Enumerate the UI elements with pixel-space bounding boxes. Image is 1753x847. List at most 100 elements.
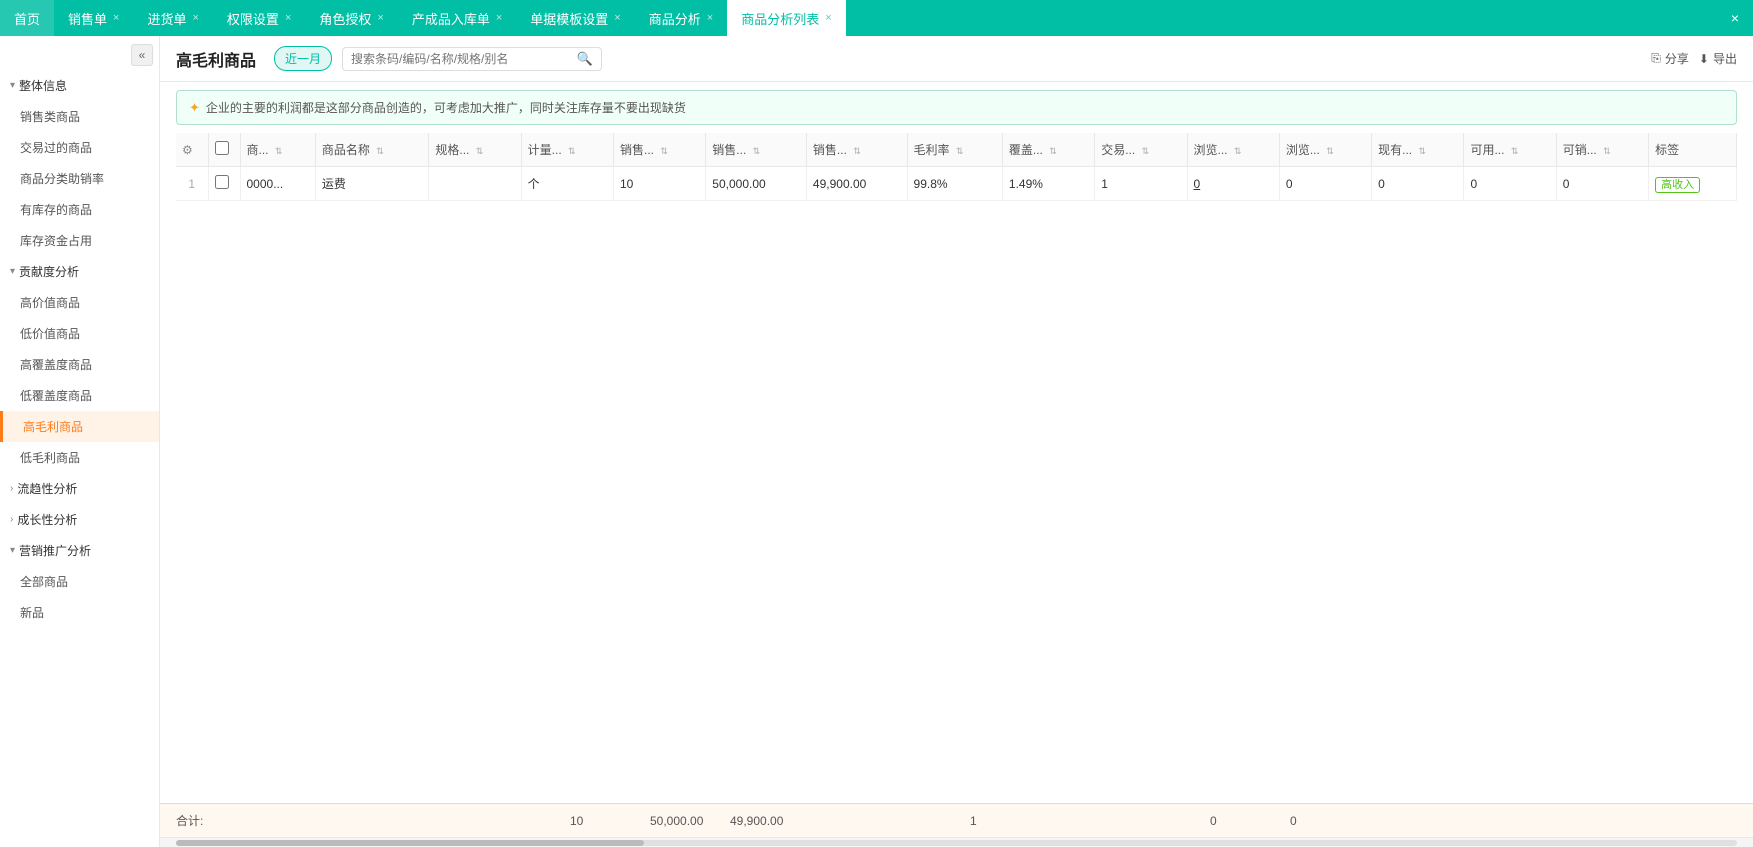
content-header: 高毛利商品 近一月 🔍 ⎘ 分享 ⬇ 导出: [160, 36, 1753, 82]
sort-sales-qty-icon: ⇅: [660, 146, 668, 156]
nav-inbound[interactable]: 产成品入库单 ×: [398, 0, 516, 36]
nav-home[interactable]: 首页: [0, 0, 54, 36]
sidebar-group-overall[interactable]: ▾ 整体信息: [0, 70, 159, 101]
sidebar-item-new-goods[interactable]: 新品: [0, 597, 159, 628]
row-unit: 个: [521, 167, 613, 201]
footer-stock-avail: 0: [1284, 814, 1364, 828]
sidebar-item-low-coverage[interactable]: 低覆盖度商品: [0, 380, 159, 411]
row-browse1[interactable]: 0: [1187, 167, 1279, 201]
sidebar-item-traded-goods[interactable]: 交易过的商品: [0, 132, 159, 163]
table-header-row: ⚙ 商... ⇅ 商品名称 ⇅: [176, 133, 1737, 167]
sidebar-group-trend[interactable]: › 流趋性分析: [0, 473, 159, 504]
close-roles-tab[interactable]: ×: [377, 12, 383, 24]
sort-name-icon: ⇅: [376, 146, 384, 156]
close-permissions-tab[interactable]: ×: [285, 12, 291, 24]
col-trade[interactable]: 交易... ⇅: [1095, 133, 1187, 167]
row-checkbox[interactable]: [215, 175, 229, 189]
sort-unit-icon: ⇅: [568, 146, 576, 156]
header-actions: ⎘ 分享 ⬇ 导出: [1651, 50, 1737, 67]
sidebar-group-contribution[interactable]: ▾ 贡献度分析: [0, 256, 159, 287]
sidebar-item-all-goods[interactable]: 全部商品: [0, 566, 159, 597]
col-settings[interactable]: ⚙: [176, 133, 208, 167]
nav-roles[interactable]: 角色授权 ×: [305, 0, 397, 36]
col-gross-rate[interactable]: 毛利率 ⇅: [907, 133, 1002, 167]
sidebar-item-in-stock[interactable]: 有库存的商品: [0, 194, 159, 225]
nav-sales[interactable]: 销售单 ×: [54, 0, 133, 36]
col-sales-amount[interactable]: 销售... ⇅: [706, 133, 807, 167]
row-spec: [429, 167, 521, 201]
filter-recent-btn[interactable]: 近一月: [274, 46, 332, 71]
nav-template[interactable]: 单据模板设置 ×: [516, 0, 634, 36]
table-container[interactable]: ⚙ 商... ⇅ 商品名称 ⇅: [160, 133, 1753, 803]
share-btn[interactable]: ⎘ 分享: [1651, 50, 1689, 67]
close-goods-analysis-tab[interactable]: ×: [707, 12, 713, 24]
sidebar-item-category-rate[interactable]: 商品分类助销率: [0, 163, 159, 194]
search-box[interactable]: 🔍: [342, 47, 602, 71]
sort-browse1-icon: ⇅: [1234, 146, 1242, 156]
export-btn[interactable]: ⬇ 导出: [1699, 50, 1737, 67]
row-sales-qty: 10: [613, 167, 705, 201]
sidebar-item-low-margin[interactable]: 低毛利商品: [0, 442, 159, 473]
nav-permissions[interactable]: 权限设置 ×: [213, 0, 305, 36]
sidebar-collapse-btn[interactable]: «: [131, 44, 153, 66]
search-icon[interactable]: 🔍: [577, 51, 593, 67]
sidebar-item-high-value[interactable]: 高价值商品: [0, 287, 159, 318]
col-sales-cost[interactable]: 销售... ⇅: [806, 133, 907, 167]
sort-stock-sale-icon: ⇅: [1603, 146, 1611, 156]
sidebar-item-sales-goods[interactable]: 销售类商品: [0, 101, 159, 132]
sidebar-item-high-coverage[interactable]: 高覆盖度商品: [0, 349, 159, 380]
sort-gross-rate-icon: ⇅: [956, 146, 964, 156]
arrow-growth: ›: [10, 514, 13, 525]
col-unit[interactable]: 计量... ⇅: [521, 133, 613, 167]
footer-label: 合计:: [176, 812, 236, 829]
sort-sales-amount-icon: ⇅: [753, 146, 761, 156]
col-name[interactable]: 商品名称 ⇅: [315, 133, 429, 167]
close-inbound-tab[interactable]: ×: [496, 12, 502, 24]
top-nav: 首页 销售单 × 进货单 × 权限设置 × 角色授权 × 产成品入库单 × 单据…: [0, 0, 1753, 36]
sort-trade-icon: ⇅: [1142, 146, 1150, 156]
main-layout: « ▾ 整体信息 销售类商品 交易过的商品 商品分类助销率 有库存的商品 库存资…: [0, 36, 1753, 847]
col-browse2[interactable]: 浏览... ⇅: [1279, 133, 1371, 167]
bottom-scrollbar[interactable]: [160, 837, 1753, 847]
nav-goods-analysis-list[interactable]: 商品分析列表 ×: [727, 0, 845, 36]
close-purchase-tab[interactable]: ×: [192, 12, 198, 24]
select-all-checkbox[interactable]: [215, 141, 229, 155]
footer-trade: 1: [964, 814, 1044, 828]
info-banner: ✦ 企业的主要的利润都是这部分商品创造的，可考虑加大推广，同时关注库存量不要出现…: [176, 90, 1737, 125]
row-sales-amount: 50,000.00: [706, 167, 807, 201]
col-code[interactable]: 商... ⇅: [240, 133, 315, 167]
col-stock-sale[interactable]: 可销... ⇅: [1556, 133, 1648, 167]
close-goods-analysis-list-tab[interactable]: ×: [825, 12, 831, 24]
close-template-tab[interactable]: ×: [614, 12, 620, 24]
col-sales-qty[interactable]: 销售... ⇅: [613, 133, 705, 167]
scrollbar-track[interactable]: [176, 840, 1737, 846]
sort-stock-now-icon: ⇅: [1419, 146, 1427, 156]
row-name: 运费: [315, 167, 429, 201]
sidebar-item-low-value[interactable]: 低价值商品: [0, 318, 159, 349]
row-num: 1: [176, 167, 208, 201]
arrow-trend: ›: [10, 483, 13, 494]
search-input[interactable]: [351, 52, 573, 66]
sidebar-item-stock-capital[interactable]: 库存资金占用: [0, 225, 159, 256]
col-coverage[interactable]: 覆盖... ⇅: [1002, 133, 1094, 167]
col-stock-now[interactable]: 现有... ⇅: [1372, 133, 1464, 167]
sidebar-item-high-margin[interactable]: 高毛利商品: [0, 411, 159, 442]
sort-stock-avail-icon: ⇅: [1511, 146, 1519, 156]
close-window-btn[interactable]: ×: [1717, 10, 1753, 26]
arrow-marketing: ▾: [10, 545, 15, 556]
sort-coverage-icon: ⇅: [1049, 146, 1057, 156]
settings-icon[interactable]: ⚙: [182, 143, 193, 157]
col-browse1[interactable]: 浏览... ⇅: [1187, 133, 1279, 167]
col-stock-avail[interactable]: 可用... ⇅: [1464, 133, 1556, 167]
close-sales-tab[interactable]: ×: [113, 12, 119, 24]
footer-stock-now: 0: [1204, 814, 1284, 828]
row-stock-sale: 0: [1556, 167, 1648, 201]
scrollbar-thumb[interactable]: [176, 840, 644, 846]
sidebar-group-marketing[interactable]: ▾ 营销推广分析: [0, 535, 159, 566]
col-tag: 标签: [1649, 133, 1737, 167]
nav-goods-analysis[interactable]: 商品分析 ×: [635, 0, 727, 36]
nav-purchase[interactable]: 进货单 ×: [133, 0, 212, 36]
row-stock-now: 0: [1372, 167, 1464, 201]
sidebar-group-growth[interactable]: › 成长性分析: [0, 504, 159, 535]
col-spec[interactable]: 规格... ⇅: [429, 133, 521, 167]
